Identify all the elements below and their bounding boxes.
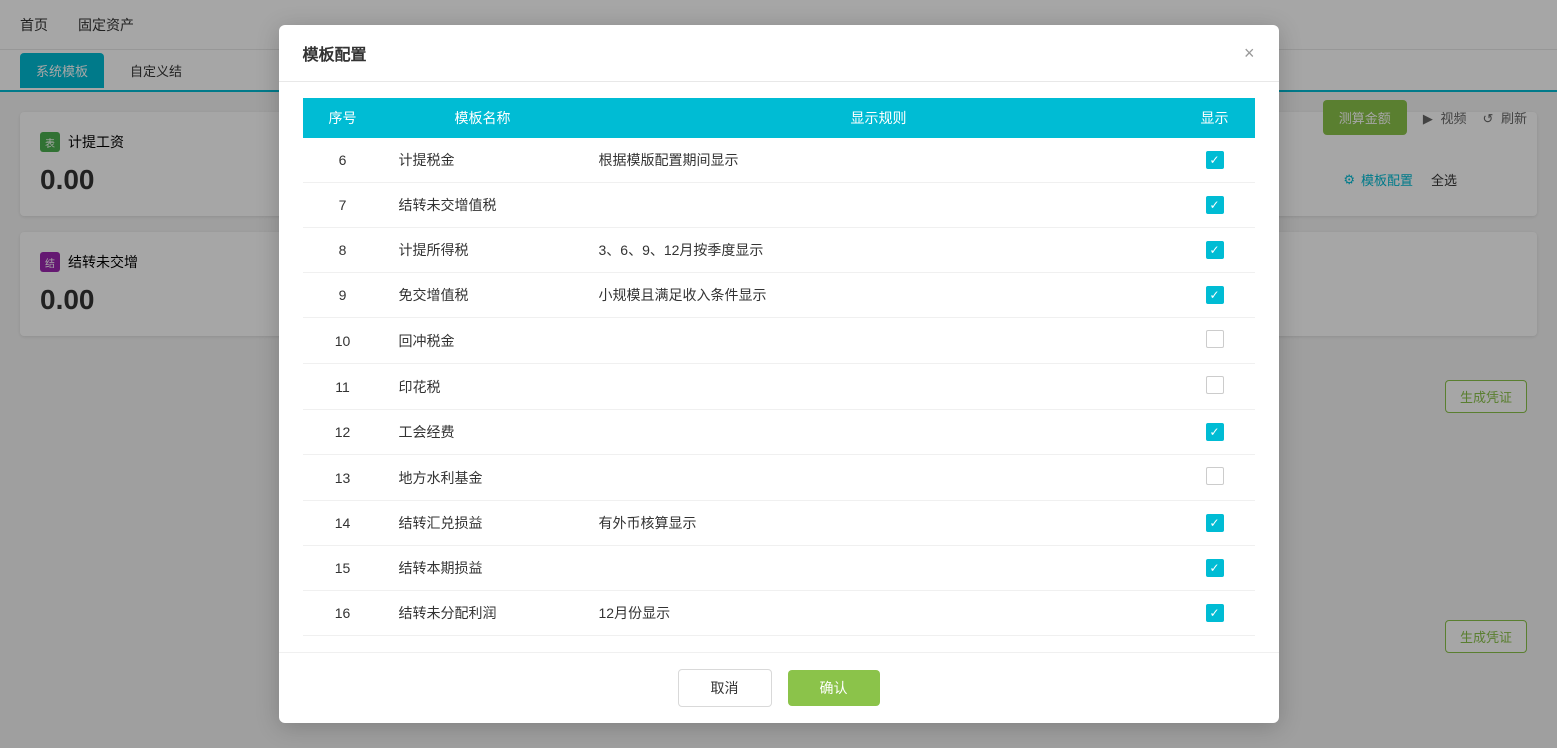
checkbox-row-5[interactable]	[1206, 376, 1224, 394]
cell-name: 印花税	[383, 364, 583, 410]
cell-checkbox[interactable]	[1175, 546, 1255, 591]
modal-dialog: 模板配置 × 序号 模板名称 显示规则 显示 6计提税金根据模版配置期间显示7结…	[279, 25, 1279, 723]
modal-close-button[interactable]: ×	[1244, 44, 1255, 62]
col-rule: 显示规则	[583, 98, 1175, 138]
cell-name: 免交增值税	[383, 273, 583, 318]
table-row: 6计提税金根据模版配置期间显示	[303, 138, 1255, 183]
checkbox-row-2[interactable]	[1206, 241, 1224, 259]
cell-rule: 有外币核算显示	[583, 501, 1175, 546]
cell-rule	[583, 364, 1175, 410]
table-row: 10回冲税金	[303, 318, 1255, 364]
table-row: 14结转汇兑损益有外币核算显示	[303, 501, 1255, 546]
table-row: 15结转本期损益	[303, 546, 1255, 591]
checkbox-row-3[interactable]	[1206, 286, 1224, 304]
checkbox-row-8[interactable]	[1206, 514, 1224, 532]
cell-seq: 16	[303, 591, 383, 636]
cell-name: 计提税金	[383, 138, 583, 183]
cell-rule: 3、6、9、12月按季度显示	[583, 228, 1175, 273]
checkbox-row-10[interactable]	[1206, 604, 1224, 622]
cell-seq: 15	[303, 546, 383, 591]
cell-rule	[583, 546, 1175, 591]
checkbox-row-7[interactable]	[1206, 467, 1224, 485]
cell-seq: 13	[303, 455, 383, 501]
table-row: 8计提所得税3、6、9、12月按季度显示	[303, 228, 1255, 273]
cell-seq: 12	[303, 410, 383, 455]
modal-footer: 取消 确认	[279, 652, 1279, 723]
table-row: 7结转未交增值税	[303, 183, 1255, 228]
cell-name: 结转汇兑损益	[383, 501, 583, 546]
cell-seq: 10	[303, 318, 383, 364]
cell-checkbox[interactable]	[1175, 364, 1255, 410]
cell-checkbox[interactable]	[1175, 183, 1255, 228]
cell-seq: 6	[303, 138, 383, 183]
cell-rule	[583, 318, 1175, 364]
cell-checkbox[interactable]	[1175, 273, 1255, 318]
modal-overlay: 模板配置 × 序号 模板名称 显示规则 显示 6计提税金根据模版配置期间显示7结…	[0, 0, 1557, 748]
cell-rule	[583, 455, 1175, 501]
modal-header: 模板配置 ×	[279, 25, 1279, 82]
cell-name: 结转本期损益	[383, 546, 583, 591]
cell-name: 计提所得税	[383, 228, 583, 273]
table-header: 序号 模板名称 显示规则 显示	[303, 98, 1255, 138]
cell-checkbox[interactable]	[1175, 501, 1255, 546]
table-row: 9免交增值税小规模且满足收入条件显示	[303, 273, 1255, 318]
cell-seq: 14	[303, 501, 383, 546]
cell-name: 地方水利基金	[383, 455, 583, 501]
cell-seq: 7	[303, 183, 383, 228]
cancel-button[interactable]: 取消	[678, 669, 772, 707]
cell-checkbox[interactable]	[1175, 410, 1255, 455]
cell-rule: 根据模版配置期间显示	[583, 138, 1175, 183]
col-name: 模板名称	[383, 98, 583, 138]
table-row: 11印花税	[303, 364, 1255, 410]
cell-rule: 12月份显示	[583, 591, 1175, 636]
cell-name: 结转未交增值税	[383, 183, 583, 228]
table-body: 6计提税金根据模版配置期间显示7结转未交增值税8计提所得税3、6、9、12月按季…	[303, 138, 1255, 636]
cell-rule: 小规模且满足收入条件显示	[583, 273, 1175, 318]
table-row: 16结转未分配利润12月份显示	[303, 591, 1255, 636]
checkbox-row-4[interactable]	[1206, 330, 1224, 348]
cell-seq: 9	[303, 273, 383, 318]
cell-checkbox[interactable]	[1175, 138, 1255, 183]
col-display: 显示	[1175, 98, 1255, 138]
cell-rule	[583, 183, 1175, 228]
cell-seq: 11	[303, 364, 383, 410]
cell-name: 工会经费	[383, 410, 583, 455]
checkbox-row-0[interactable]	[1206, 151, 1224, 169]
cell-checkbox[interactable]	[1175, 318, 1255, 364]
cell-name: 回冲税金	[383, 318, 583, 364]
table-row: 12工会经费	[303, 410, 1255, 455]
cell-checkbox[interactable]	[1175, 455, 1255, 501]
checkbox-row-1[interactable]	[1206, 196, 1224, 214]
confirm-button[interactable]: 确认	[788, 670, 880, 706]
table-row: 13地方水利基金	[303, 455, 1255, 501]
config-table: 序号 模板名称 显示规则 显示 6计提税金根据模版配置期间显示7结转未交增值税8…	[303, 98, 1255, 636]
modal-title: 模板配置	[303, 41, 367, 65]
modal-body: 序号 模板名称 显示规则 显示 6计提税金根据模版配置期间显示7结转未交增值税8…	[279, 82, 1279, 652]
cell-checkbox[interactable]	[1175, 228, 1255, 273]
checkbox-row-6[interactable]	[1206, 423, 1224, 441]
cell-seq: 8	[303, 228, 383, 273]
cell-rule	[583, 410, 1175, 455]
cell-checkbox[interactable]	[1175, 591, 1255, 636]
cell-name: 结转未分配利润	[383, 591, 583, 636]
col-seq: 序号	[303, 98, 383, 138]
checkbox-row-9[interactable]	[1206, 559, 1224, 577]
